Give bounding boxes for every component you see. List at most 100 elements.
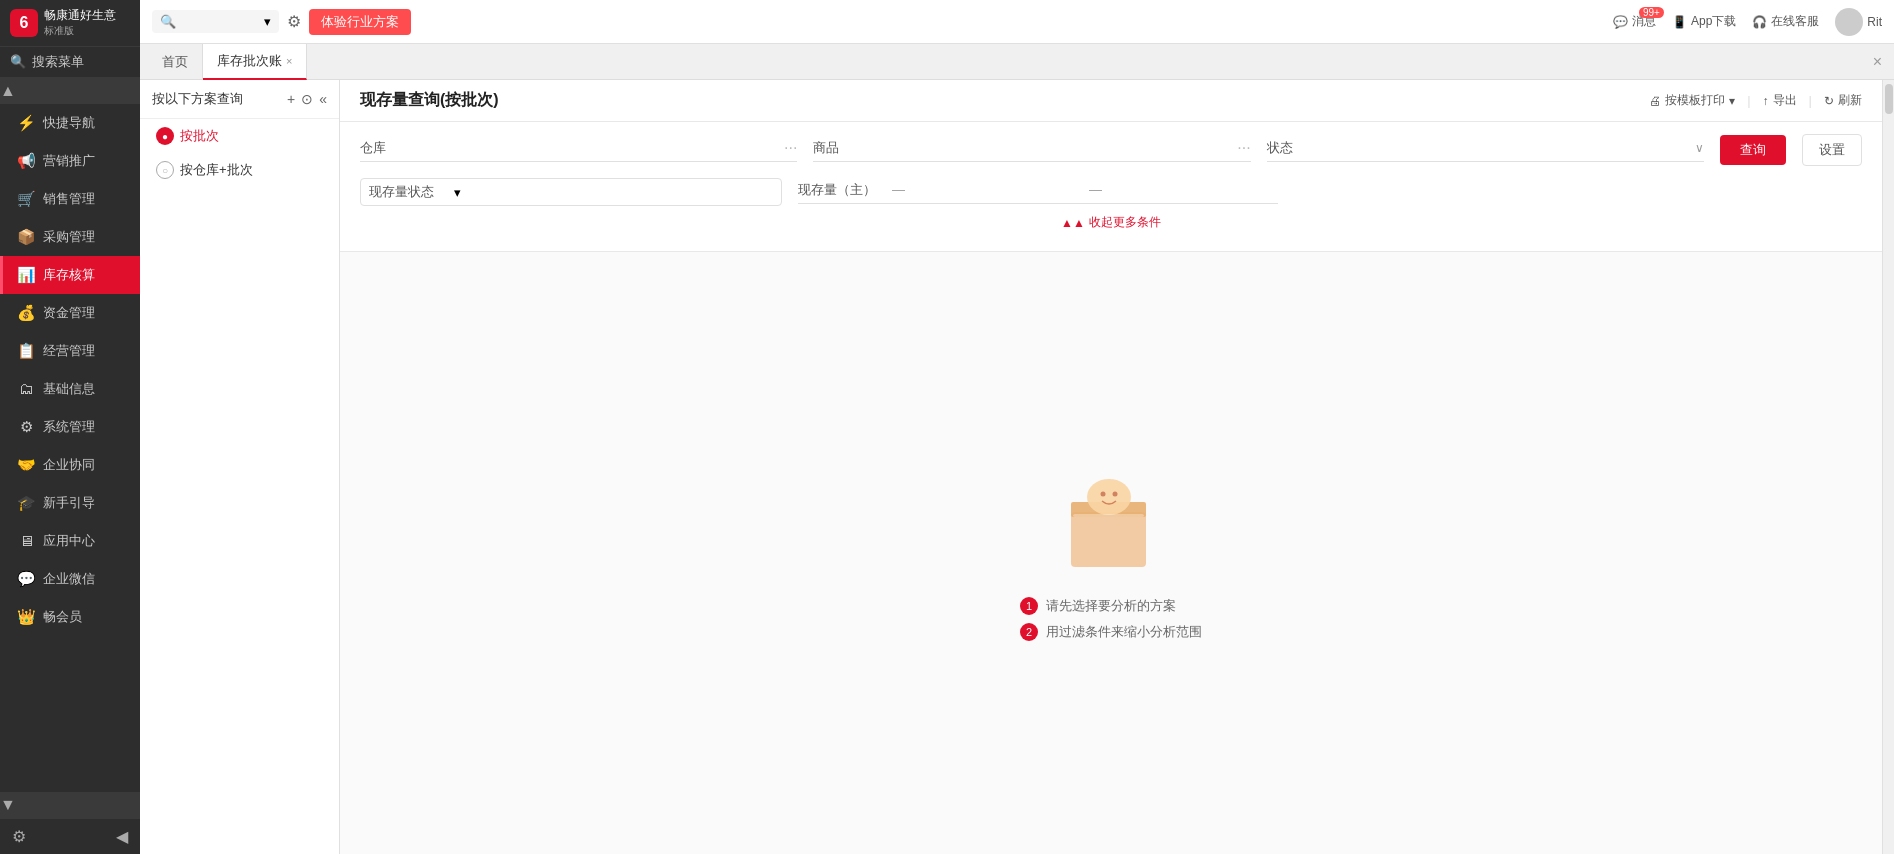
nav-label-operation: 经营管理	[43, 342, 95, 360]
nav-icon-inventory: 📊	[17, 266, 35, 284]
print-btn[interactable]: 🖨 按模板打印 ▾	[1649, 92, 1735, 109]
nav-label-purchase: 采购管理	[43, 228, 95, 246]
app-download-icon: 📱	[1672, 15, 1687, 29]
settings-btn[interactable]: 设置	[1802, 134, 1862, 166]
warehouse-filter[interactable]: 仓库 ···	[360, 139, 797, 162]
sidebar-item-purchase[interactable]: 📦 采购管理	[0, 218, 140, 256]
app-version: 标准版	[44, 24, 116, 38]
sidebar-item-system[interactable]: ⚙ 系统管理	[0, 408, 140, 446]
user-avatar	[1835, 8, 1863, 36]
nav-icon-member: 👑	[17, 608, 35, 626]
topbar-search-box[interactable]: 🔍 ▾	[152, 10, 279, 33]
sidebar-item-finance[interactable]: 💰 资金管理	[0, 294, 140, 332]
inventory-main-start-input[interactable]	[913, 182, 1081, 197]
tab-home[interactable]: 首页	[148, 44, 203, 80]
step1-text: 请先选择要分析的方案	[1046, 597, 1176, 615]
topbar-settings-icon[interactable]: ⚙	[287, 12, 301, 31]
company-name: 畅康通好生意	[44, 8, 116, 24]
query-btn[interactable]: 查询	[1720, 135, 1786, 165]
scroll-thumb[interactable]	[1885, 84, 1893, 114]
tab-inventory-batch-label: 库存批次账	[217, 52, 282, 70]
sidebar-item-quick-nav[interactable]: ⚡ 快捷导航	[0, 104, 140, 142]
topbar-search-input[interactable]	[180, 15, 260, 29]
active-dot-icon: ●	[156, 127, 174, 145]
scheme-batch-label: 按批次	[180, 127, 219, 145]
search-label: 搜索菜单	[32, 53, 84, 71]
right-panel: 现存量查询(按批次) 🖨 按模板打印 ▾ | ↑ 导出 | ↻	[340, 80, 1882, 854]
settings-bottom-icon[interactable]: ⚙	[12, 827, 26, 846]
print-dropdown-icon[interactable]: ▾	[1729, 94, 1735, 108]
refresh-btn[interactable]: ↻ 刷新	[1824, 92, 1862, 109]
warehouse-filter-dots[interactable]: ···	[784, 139, 797, 157]
scheme-settings-btn[interactable]: ⊙	[301, 91, 313, 107]
trial-btn[interactable]: 体验行业方案	[309, 9, 411, 35]
online-service-btn[interactable]: 🎧 在线客服	[1752, 13, 1819, 30]
left-panel-header: 按以下方案查询 + ⊙ «	[140, 80, 339, 119]
collapse-sidebar-icon[interactable]: ◀	[116, 827, 128, 846]
goods-filter[interactable]: 商品 ···	[813, 139, 1250, 162]
nav-icon-basic: 🗂	[17, 380, 35, 397]
nav-label-sales: 销售管理	[43, 190, 95, 208]
status-filter[interactable]: 状态 ∨	[1267, 139, 1704, 162]
sidebar: 6 畅康通好生意 标准版 🔍 搜索菜单 ▲ ⚡ 快捷导航 📢 营销推广 🛒 销售…	[0, 0, 140, 854]
empty-state: 1 请先选择要分析的方案 2 用过滤条件来缩小分析范围	[340, 252, 1882, 854]
nav-label-appstore: 应用中心	[43, 532, 95, 550]
tab-inventory-batch[interactable]: 库存批次账 ×	[203, 44, 307, 80]
svg-point-3	[1101, 492, 1106, 497]
nav-icon-sales: 🛒	[17, 190, 35, 208]
page-close-btn[interactable]: ×	[1869, 49, 1886, 75]
message-icon: 💬	[1613, 15, 1628, 29]
topbar-actions: 💬 消息 99+ 📱 App下载 🎧 在线客服 Rit	[1613, 8, 1882, 36]
app-download-btn[interactable]: 📱 App下载	[1672, 13, 1736, 30]
sidebar-item-appstore[interactable]: 🖥 应用中心	[0, 522, 140, 560]
scroll-up-btn[interactable]: ▲	[0, 78, 140, 104]
nav-label-basic: 基础信息	[43, 380, 95, 398]
nav-icon-finance: 💰	[17, 304, 35, 322]
goods-filter-input[interactable]	[847, 140, 1237, 155]
sidebar-item-wechat[interactable]: 💬 企业微信	[0, 560, 140, 598]
user-name: Rit	[1867, 15, 1882, 29]
sidebar-item-basic[interactable]: 🗂 基础信息	[0, 370, 140, 408]
scheme-item-warehouse-batch[interactable]: ○ 按仓库+批次	[140, 153, 339, 187]
message-btn[interactable]: 💬 消息 99+	[1613, 13, 1656, 30]
status-filter-chevron[interactable]: ∨	[1695, 141, 1704, 155]
goods-filter-dots[interactable]: ···	[1237, 139, 1250, 157]
inventory-status-chevron[interactable]: ▾	[454, 185, 461, 200]
sidebar-item-sales[interactable]: 🛒 销售管理	[0, 180, 140, 218]
sidebar-item-enterprise[interactable]: 🤝 企业协同	[0, 446, 140, 484]
export-btn[interactable]: ↑ 导出	[1763, 92, 1797, 109]
sidebar-item-inventory[interactable]: 📊 库存核算	[0, 256, 140, 294]
status-filter-input[interactable]	[1301, 140, 1695, 155]
app-logo: 6	[10, 9, 38, 37]
sidebar-search-item[interactable]: 🔍 搜索菜单	[0, 47, 140, 78]
nav-label-guide: 新手引导	[43, 494, 95, 512]
warehouse-filter-input[interactable]	[394, 140, 784, 155]
inventory-status-filter[interactable]: 现存量状态 ▾	[360, 178, 782, 206]
sidebar-item-guide[interactable]: 🎓 新手引导	[0, 484, 140, 522]
tabbar: 首页 库存批次账 × ×	[140, 44, 1894, 80]
filter-area: 仓库 ··· 商品 ··· 状态 ∨ 查询 设	[340, 122, 1882, 252]
sidebar-item-member[interactable]: 👑 畅会员	[0, 598, 140, 636]
sidebar-item-operation[interactable]: 📋 经营管理	[0, 332, 140, 370]
left-panel-actions: + ⊙ «	[287, 91, 327, 107]
nav-label-marketing: 营销推广	[43, 152, 95, 170]
step2-text: 用过滤条件来缩小分析范围	[1046, 623, 1202, 641]
inventory-main-end-input[interactable]	[1110, 182, 1278, 197]
print-icon: 🖨	[1649, 94, 1661, 108]
scroll-down-btn[interactable]: ▼	[0, 792, 140, 818]
tab-close-icon[interactable]: ×	[286, 55, 292, 67]
empty-step-2: 2 用过滤条件来缩小分析范围	[1020, 623, 1202, 641]
topbar-search-dropdown-icon[interactable]: ▾	[264, 14, 271, 29]
add-scheme-btn[interactable]: +	[287, 91, 295, 107]
sidebar-item-marketing[interactable]: 📢 营销推广	[0, 142, 140, 180]
status-filter-label: 状态	[1267, 139, 1293, 157]
collapse-panel-btn[interactable]: «	[319, 91, 327, 107]
inactive-dot-icon: ○	[156, 161, 174, 179]
print-label: 按模板打印	[1665, 92, 1725, 109]
right-scrollbar[interactable]	[1882, 80, 1894, 854]
nav-icon-guide: 🎓	[17, 494, 35, 512]
sidebar-nav: ⚡ 快捷导航 📢 营销推广 🛒 销售管理 📦 采购管理 📊 库存核算 💰 资金管…	[0, 104, 140, 792]
scheme-item-batch[interactable]: ● 按批次	[140, 119, 339, 153]
collapse-filters-btn[interactable]: ▲▲ 收起更多条件	[360, 206, 1862, 239]
user-avatar-btn[interactable]: Rit	[1835, 8, 1882, 36]
